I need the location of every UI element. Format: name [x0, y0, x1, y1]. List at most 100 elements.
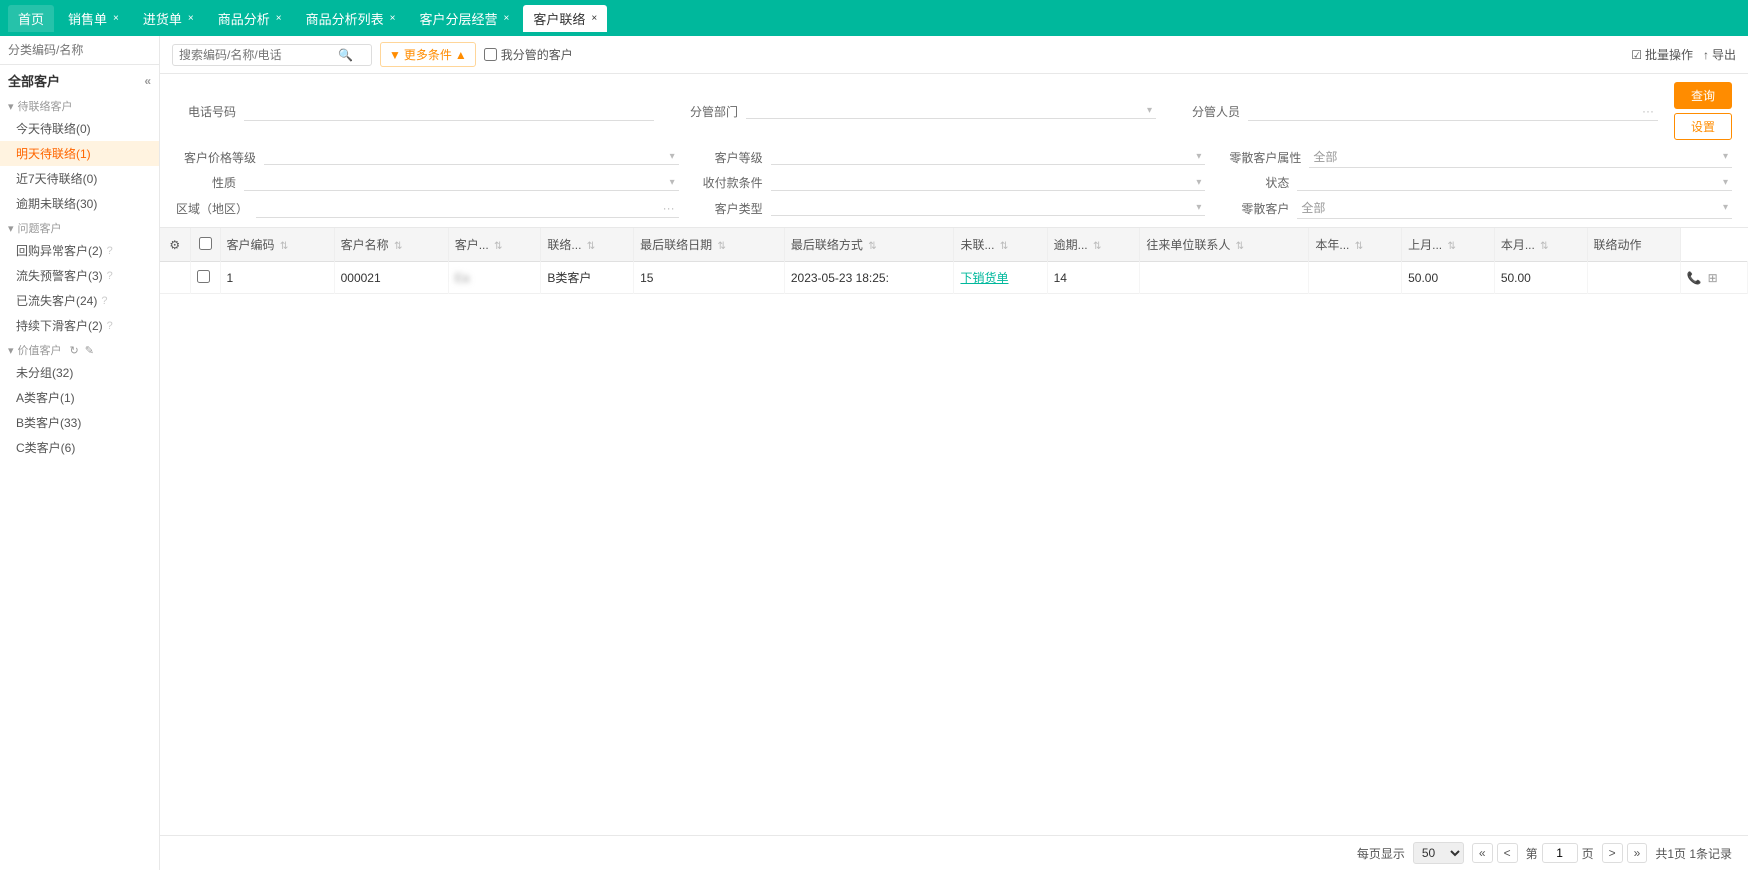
sidebar-help-icon[interactable]: ?: [101, 295, 107, 307]
th-customer-name[interactable]: 客户名称 ⇅: [334, 228, 448, 262]
filter-value-grade-select[interactable]: ▾: [264, 149, 679, 165]
nav-next-btn[interactable]: >: [1602, 843, 1623, 863]
td-row-checkbox[interactable]: [190, 262, 220, 294]
sidebar-help-icon[interactable]: ?: [107, 245, 113, 257]
sidebar-help-icon[interactable]: ?: [107, 320, 113, 332]
filter-region-select[interactable]: ···: [256, 199, 679, 218]
sidebar-item-declining[interactable]: 持续下滑客户(2)?: [0, 313, 159, 338]
filter-status-select[interactable]: ▾: [1297, 175, 1732, 191]
sidebar-item-today-contact[interactable]: 今天待联络(0): [0, 116, 159, 141]
th-not-contacted[interactable]: 未联... ⇅: [954, 228, 1047, 262]
per-page-select[interactable]: 50 20 100 200: [1413, 842, 1464, 864]
nav-item-purchase[interactable]: 进货单×: [133, 5, 204, 32]
filter-status-label: 状态: [1229, 174, 1289, 191]
nav-close-customer-contact[interactable]: ×: [591, 13, 597, 24]
nav-prev-btn[interactable]: <: [1497, 843, 1518, 863]
td-row-this-month: [1587, 262, 1680, 294]
sidebar-group-label-问题客户[interactable]: ▾问题客户: [0, 216, 159, 238]
toolbar-search-box[interactable]: 🔍: [172, 44, 372, 66]
th-last-month[interactable]: 上月... ⇅: [1402, 228, 1495, 262]
action-phone-icon[interactable]: 📞: [1687, 271, 1702, 285]
sidebar-group-label-价值客户[interactable]: ▾价值客户↻✎: [0, 338, 159, 360]
query-btn[interactable]: 查询: [1674, 82, 1732, 109]
filter-person-select[interactable]: ···: [1248, 102, 1658, 121]
sidebar-item-class-a[interactable]: A类客户(1): [0, 385, 159, 410]
th-last-contact-date[interactable]: 最后联络日期 ⇅: [634, 228, 785, 262]
td-row-last-method[interactable]: 下销货单: [954, 262, 1047, 294]
toolbar-search-icon[interactable]: 🔍: [338, 48, 353, 62]
nav-item-home[interactable]: 首页: [8, 5, 54, 32]
nav-close-customer-tier[interactable]: ×: [503, 13, 509, 24]
sidebar-group-edit-icon[interactable]: ✎: [85, 344, 94, 357]
sidebar-item-tomorrow-contact[interactable]: 明天待联络(1): [0, 141, 159, 166]
nav-first-btn[interactable]: «: [1472, 843, 1493, 863]
sidebar-item-churned[interactable]: 已流失客户(24)?: [0, 288, 159, 313]
td-row-settings[interactable]: [160, 262, 190, 294]
filter-retail-attr-select[interactable]: 全部 ▾: [1309, 146, 1732, 168]
filter-retail-customer-select[interactable]: 全部 ▾: [1297, 197, 1732, 219]
filter-nature-select[interactable]: ▾: [244, 175, 679, 191]
toolbar-search-input[interactable]: [179, 48, 334, 62]
filter-payment-select[interactable]: ▾: [771, 175, 1206, 191]
action-grid-icon[interactable]: ⊞: [1708, 271, 1718, 285]
sidebar-search-area: 🔍: [0, 36, 159, 65]
th-last-contact-method[interactable]: 最后联络方式 ⇅: [784, 228, 954, 262]
filter-btn[interactable]: ▼ 更多条件 ▲: [380, 42, 476, 67]
sidebar-item-churn-warning[interactable]: 流失预警客户(3)?: [0, 263, 159, 288]
nav-item-sales[interactable]: 销售单×: [58, 5, 129, 32]
nav-last-btn[interactable]: »: [1627, 843, 1648, 863]
sidebar-item-label: 逾期未联络(30): [16, 195, 97, 212]
filter-person-label: 分管人员: [1180, 103, 1240, 120]
th-settings[interactable]: ⚙: [160, 228, 190, 262]
nav-close-purchase[interactable]: ×: [188, 13, 194, 24]
sidebar-group-待联络客户: ▾待联络客户今天待联络(0)明天待联络(1)近7天待联络(0) 逾期未联络(30): [0, 94, 159, 216]
row-checkbox[interactable]: [197, 270, 210, 283]
td-row-this-year: 50.00: [1402, 262, 1495, 294]
th-customer-type[interactable]: 客户... ⇅: [448, 228, 541, 262]
sidebar-item-class-c[interactable]: C类客户(6): [0, 435, 159, 460]
sidebar-item-overdue-contact[interactable]: 逾期未联络(30): [0, 191, 159, 216]
th-this-month[interactable]: 本月... ⇅: [1494, 228, 1587, 262]
sidebar-all-customers[interactable]: 全部客户 «: [0, 65, 159, 94]
batch-ops-btn[interactable]: ☑ 批量操作: [1631, 46, 1693, 63]
sidebar-item-week-contact[interactable]: 近7天待联络(0): [0, 166, 159, 191]
sort-icon-last-month: ⇅: [1447, 241, 1455, 252]
sidebar-item-unclassified[interactable]: 未分组(32): [0, 360, 159, 385]
nav-item-product-analysis[interactable]: 商品分析×: [208, 5, 292, 32]
contact-method-link[interactable]: 下销货单: [960, 271, 1008, 285]
th-this-year[interactable]: 本年... ⇅: [1309, 228, 1402, 262]
my-customers-checkbox[interactable]: [484, 48, 497, 61]
sidebar-help-icon[interactable]: ?: [107, 270, 113, 282]
th-unit-contact[interactable]: 往来单位联系人 ⇅: [1140, 228, 1309, 262]
nav-item-customer-contact[interactable]: 客户联络×: [523, 5, 607, 32]
nav-close-sales[interactable]: ×: [113, 13, 119, 24]
td-row-actions[interactable]: 📞⊞: [1680, 262, 1747, 294]
sidebar-item-class-b[interactable]: B类客户(33): [0, 410, 159, 435]
sidebar-item-repurchase-abnormal[interactable]: 回购异常客户(2)?: [0, 238, 159, 263]
filter-row-1: 电话号码 分管部门 ▾ 分管人员 ··· 查询: [176, 82, 1732, 140]
sidebar-group-label-待联络客户[interactable]: ▾待联络客户: [0, 94, 159, 116]
filter-phone-input[interactable]: [244, 102, 654, 121]
sidebar-item-label: 未分组(32): [16, 364, 73, 381]
sidebar-search-input[interactable]: [8, 43, 160, 57]
th-checkbox[interactable]: [190, 228, 220, 262]
nav-close-product-analysis-list[interactable]: ×: [390, 13, 396, 24]
my-customers-checkbox-label[interactable]: 我分管的客户: [484, 46, 573, 63]
filter-customer-grade-select[interactable]: ▾: [771, 149, 1206, 165]
page-number-input[interactable]: [1542, 843, 1578, 863]
nav-item-product-analysis-list[interactable]: 商品分析列表×: [296, 5, 406, 32]
th-contact-count[interactable]: 联络... ⇅: [541, 228, 634, 262]
export-btn[interactable]: ↑ 导出: [1703, 46, 1736, 63]
sidebar-group-refresh-icon[interactable]: ↻: [70, 344, 79, 357]
reset-btn[interactable]: 设置: [1674, 113, 1732, 140]
nav-item-customer-tier[interactable]: 客户分层经营×: [409, 5, 519, 32]
th-overdue[interactable]: 逾期... ⇅: [1047, 228, 1140, 262]
td-row-type: B类客户: [541, 262, 634, 294]
table-scroll[interactable]: ⚙ 客户编码 ⇅ 客户名称 ⇅ 客户... ⇅ 联络... ⇅ 最后联络日期 ⇅…: [160, 228, 1748, 294]
filter-dept-select[interactable]: ▾: [746, 103, 1156, 119]
select-all-checkbox[interactable]: [199, 237, 212, 250]
nav-close-product-analysis[interactable]: ×: [276, 13, 282, 24]
filter-retail-attr-caret: ▾: [1723, 151, 1728, 162]
filter-customer-type-select[interactable]: ▾: [771, 200, 1206, 216]
th-customer-code[interactable]: 客户编码 ⇅: [220, 228, 334, 262]
